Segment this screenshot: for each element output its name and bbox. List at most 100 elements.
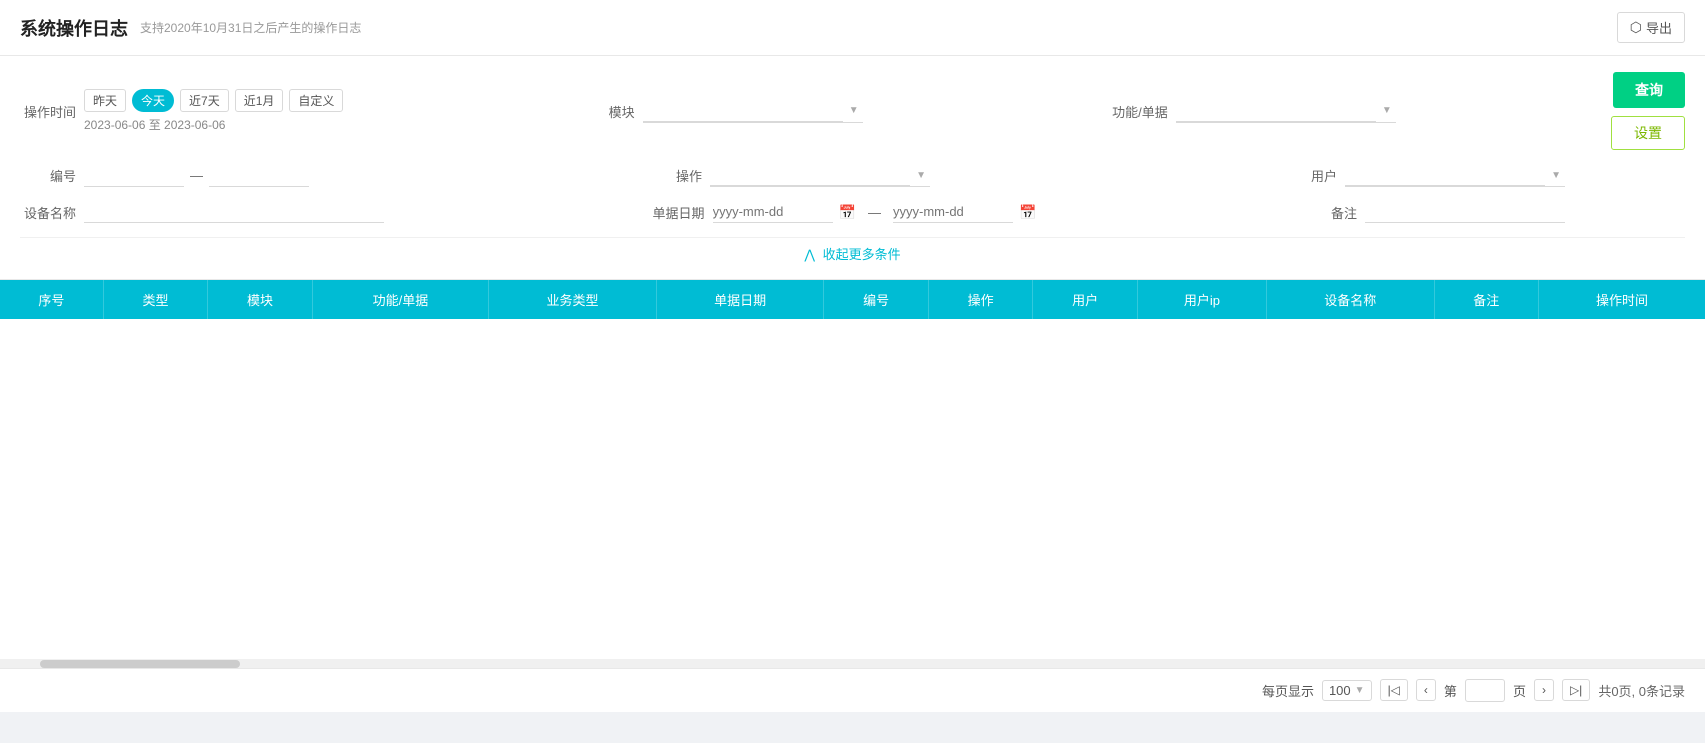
export-button[interactable]: ⬡ 导出	[1617, 12, 1685, 43]
prev-page-icon: ‹	[1424, 683, 1428, 697]
per-page-arrow: ▼	[1355, 685, 1365, 696]
per-page-selector[interactable]: 100 ▼	[1322, 680, 1372, 701]
operation-label: 操作	[646, 166, 702, 185]
first-page-button[interactable]: |◁	[1380, 679, 1408, 701]
collapse-icon: ⋀	[804, 247, 815, 262]
function-filter-item: 功能/单据 ▼	[1098, 100, 1396, 123]
prev-page-button[interactable]: ‹	[1416, 679, 1436, 701]
time-btn-today[interactable]: 今天	[132, 89, 174, 112]
module-dropdown-icon: ▼	[849, 105, 859, 116]
first-page-icon: |◁	[1388, 683, 1400, 697]
voucher-date-filter-item: 单据日期 📅 — 📅	[635, 201, 1037, 223]
next-page-icon: ›	[1542, 683, 1546, 697]
col-user-ip: 用户ip	[1137, 280, 1266, 319]
time-range-display: 2023-06-06 至 2023-06-06	[84, 116, 343, 133]
time-filter-group: 昨天 今天 近7天 近1月 自定义 2023-06-06 至 2023-06-0…	[84, 89, 343, 133]
page-title: 系统操作日志	[20, 15, 128, 41]
filter-area: 操作时间 昨天 今天 近7天 近1月 自定义 2023-06-06 至 2023…	[0, 56, 1705, 280]
table-area: 序号 类型 模块 功能/单据 业务类型 单据日期 编号 操作 用户 用户ip 设…	[0, 280, 1705, 660]
page-header: 系统操作日志 支持2020年10月31日之后产生的操作日志 ⬡ 导出	[0, 0, 1705, 56]
device-filter-item: 设备名称	[20, 201, 384, 223]
col-device: 设备名称	[1266, 280, 1434, 319]
last-page-button[interactable]: ▷|	[1562, 679, 1590, 701]
user-filter-item: 用户 ▼	[1267, 164, 1565, 187]
query-button[interactable]: 查询	[1613, 72, 1685, 108]
per-page-label: 每页显示	[1262, 681, 1314, 700]
operation-filter-item: 操作 ▼	[646, 164, 930, 187]
export-label: 导出	[1646, 18, 1672, 37]
filter-row-3: 设备名称 单据日期 📅 — 📅 备注	[20, 201, 1685, 223]
date-range: 📅 — 📅	[713, 201, 1037, 223]
module-select-wrapper[interactable]: ▼	[643, 100, 863, 123]
remark-input[interactable]	[1365, 201, 1565, 223]
remark-label: 备注	[1287, 203, 1357, 222]
empty-row	[0, 319, 1705, 659]
operation-select-wrapper[interactable]: ▼	[710, 164, 930, 187]
date-from-input[interactable]	[713, 201, 833, 223]
number-to-input[interactable]	[209, 165, 309, 187]
page-label: 第	[1444, 681, 1457, 700]
date-from-calendar-icon[interactable]: 📅	[839, 204, 856, 221]
date-to-calendar-icon[interactable]: 📅	[1019, 204, 1036, 221]
action-buttons: 查询 设置	[1611, 72, 1685, 150]
time-buttons: 昨天 今天 近7天 近1月 自定义	[84, 89, 343, 112]
function-label: 功能/单据	[1098, 102, 1168, 121]
col-module: 模块	[208, 280, 312, 319]
collapse-label: 收起更多条件	[823, 247, 901, 262]
operation-dropdown-icon: ▼	[916, 170, 926, 181]
scroll-thumb[interactable]	[40, 660, 240, 668]
col-biz-type: 业务类型	[489, 280, 657, 319]
date-to-input[interactable]	[893, 201, 1013, 223]
time-btn-1month[interactable]: 近1月	[235, 89, 284, 112]
col-remark: 备注	[1434, 280, 1538, 319]
table-header-row: 序号 类型 模块 功能/单据 业务类型 单据日期 编号 操作 用户 用户ip 设…	[0, 280, 1705, 319]
device-input[interactable]	[84, 201, 384, 223]
time-btn-yesterday[interactable]: 昨天	[84, 89, 126, 112]
col-user: 用户	[1033, 280, 1137, 319]
time-btn-7days[interactable]: 近7天	[180, 89, 229, 112]
scroll-track[interactable]	[0, 660, 1705, 668]
function-select-wrapper[interactable]: ▼	[1176, 100, 1396, 123]
export-icon: ⬡	[1630, 19, 1642, 36]
time-filter-item: 操作时间 昨天 今天 近7天 近1月 自定义 2023-06-06 至 2023…	[20, 89, 343, 133]
col-type: 类型	[103, 280, 207, 319]
col-operation: 操作	[928, 280, 1032, 319]
per-page-value: 100	[1329, 683, 1351, 698]
user-input[interactable]	[1345, 164, 1545, 186]
table-header: 序号 类型 模块 功能/单据 业务类型 单据日期 编号 操作 用户 用户ip 设…	[0, 280, 1705, 319]
collapse-bar[interactable]: ⋀ 收起更多条件	[20, 237, 1685, 269]
total-info: 共0页, 0条记录	[1598, 681, 1685, 700]
col-function: 功能/单据	[312, 280, 488, 319]
remark-filter-item: 备注	[1287, 201, 1565, 223]
col-number: 编号	[824, 280, 928, 319]
number-label: 编号	[20, 166, 76, 185]
number-filter-item: 编号 —	[20, 165, 309, 187]
number-range: —	[84, 165, 309, 187]
data-table: 序号 类型 模块 功能/单据 业务类型 单据日期 编号 操作 用户 用户ip 设…	[0, 280, 1705, 660]
user-label: 用户	[1267, 166, 1337, 185]
time-btn-custom[interactable]: 自定义	[289, 89, 343, 112]
col-op-time: 操作时间	[1539, 280, 1705, 319]
col-seq: 序号	[0, 280, 103, 319]
title-area: 系统操作日志 支持2020年10月31日之后产生的操作日志	[20, 15, 361, 41]
col-voucher-date: 单据日期	[656, 280, 824, 319]
setting-button[interactable]: 设置	[1611, 116, 1685, 150]
filter-row-1: 操作时间 昨天 今天 近7天 近1月 自定义 2023-06-06 至 2023…	[20, 72, 1685, 150]
page-subtitle: 支持2020年10月31日之后产生的操作日志	[140, 19, 361, 36]
next-page-button[interactable]: ›	[1534, 679, 1554, 701]
user-select-wrapper[interactable]: ▼	[1345, 164, 1565, 187]
operation-input[interactable]	[710, 164, 910, 186]
module-input[interactable]	[643, 100, 843, 122]
voucher-date-label: 单据日期	[635, 203, 705, 222]
user-dropdown-icon: ▼	[1551, 170, 1561, 181]
number-from-input[interactable]	[84, 165, 184, 187]
number-dash: —	[190, 168, 203, 183]
page-number-input[interactable]: 1	[1465, 679, 1505, 702]
filter-row-2: 编号 — 操作 ▼ 用户 ▼	[20, 164, 1685, 187]
date-dash: —	[868, 205, 881, 220]
device-label: 设备名称	[20, 203, 76, 222]
page-footer: 每页显示 100 ▼ |◁ ‹ 第 1 页 › ▷| 共0页, 0条记录	[0, 668, 1705, 712]
module-label: 模块	[579, 102, 635, 121]
function-input[interactable]	[1176, 100, 1376, 122]
function-dropdown-icon: ▼	[1382, 105, 1392, 116]
